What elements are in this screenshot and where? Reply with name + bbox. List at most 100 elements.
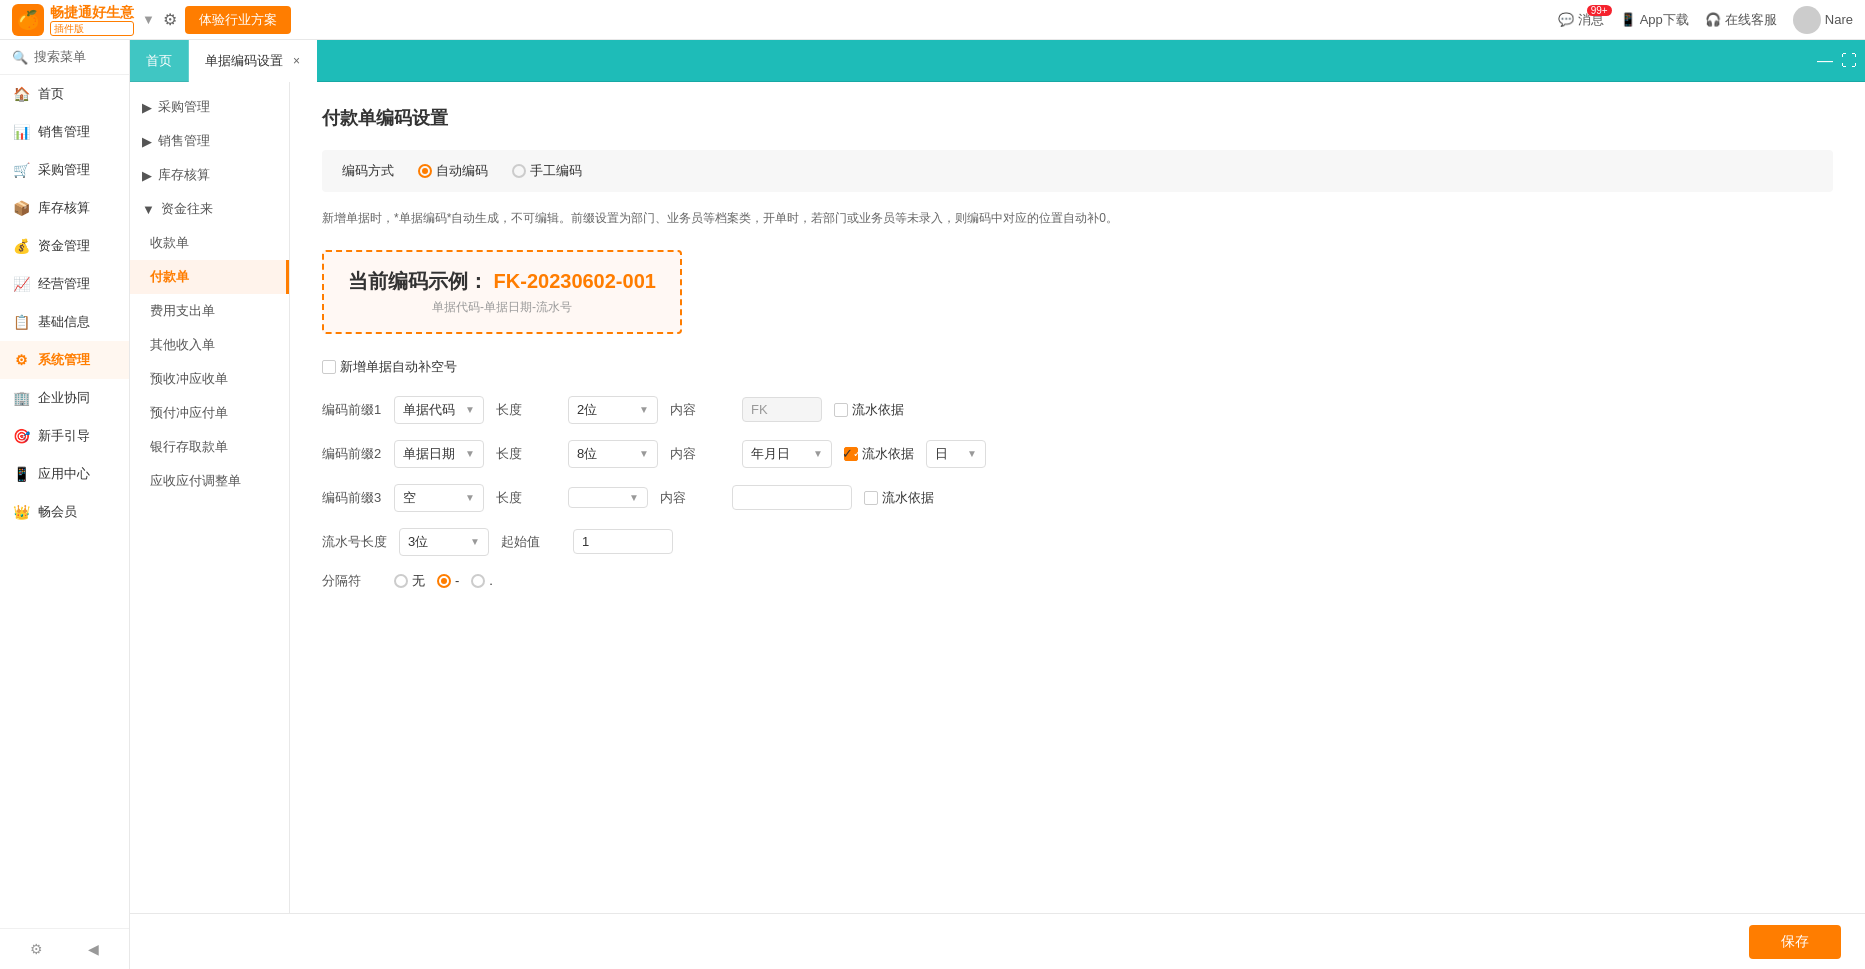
bank-label: 银行存取款单 xyxy=(150,439,228,454)
online-service-item[interactable]: 🎧 在线客服 xyxy=(1705,11,1777,29)
tab-active[interactable]: 单据编码设置 × xyxy=(189,40,317,82)
sub-menu-item-pre-receipt[interactable]: 预收冲应收单 xyxy=(130,362,289,396)
serial-length-select[interactable]: 3位 ▼ xyxy=(399,528,489,556)
app-icon: 📱 xyxy=(1620,12,1636,27)
sidebar-item-purchase[interactable]: 🛒 采购管理 xyxy=(0,151,129,189)
tab-bar: 首页 单据编码设置 × — ⛶ xyxy=(130,40,1865,82)
top-bar-mid: ▼ ⚙ xyxy=(142,10,177,29)
save-button[interactable]: 保存 xyxy=(1749,925,1841,959)
auto-fill-row: 新增单据自动补空号 xyxy=(322,358,1833,376)
online-service-label: 在线客服 xyxy=(1725,11,1777,29)
sep-dash-label: - xyxy=(455,573,459,588)
sidebar-settings-btn[interactable]: ⚙ xyxy=(26,937,47,961)
inventory-arrow: ▶ xyxy=(142,168,152,183)
sidebar-collapse-btn[interactable]: ◀ xyxy=(84,937,103,961)
app-download-item[interactable]: 📱 App下载 xyxy=(1620,11,1689,29)
sidebar-item-system[interactable]: ⚙ 系统管理 xyxy=(0,341,129,379)
prefix3-serial-label: 流水依据 xyxy=(882,489,934,507)
prefix3-select[interactable]: 空 ▼ xyxy=(394,484,484,512)
prefix3-serial-check[interactable]: 流水依据 xyxy=(864,489,934,507)
prefix1-serial-check[interactable]: 流水依据 xyxy=(834,401,904,419)
sidebar-label-home: 首页 xyxy=(38,85,64,103)
tab-controls: — ⛶ xyxy=(1809,52,1865,70)
tab-minimize-btn[interactable]: — xyxy=(1817,52,1833,70)
user-name: Nare xyxy=(1825,12,1853,27)
prefix1-serial-label: 流水依据 xyxy=(852,401,904,419)
prefix3-length-select[interactable]: ▼ xyxy=(568,487,648,508)
auto-code-radio[interactable]: 自动编码 xyxy=(418,162,488,180)
prefix3-content-input[interactable] xyxy=(732,485,852,510)
sub-menu-item-bank[interactable]: 银行存取款单 xyxy=(130,430,289,464)
prefix2-period-select[interactable]: 日 ▼ xyxy=(926,440,986,468)
tab-close-icon[interactable]: × xyxy=(293,54,300,68)
bottom-bar: 保存 xyxy=(130,913,1865,969)
prefix2-serial-checkbox-box: ✓ xyxy=(844,447,858,461)
sub-menu-inventory-header[interactable]: ▶ 库存核算 xyxy=(130,158,289,192)
sep-dash-radio[interactable]: - xyxy=(437,573,459,588)
sidebar-item-basic[interactable]: 📋 基础信息 xyxy=(0,303,129,341)
sidebar-item-apps[interactable]: 📱 应用中心 xyxy=(0,455,129,493)
prefix2-serial-check[interactable]: ✓ 流水依据 xyxy=(844,445,914,463)
experience-button[interactable]: 体验行业方案 xyxy=(185,6,291,34)
sub-menu-item-adjustment[interactable]: 应收应付调整单 xyxy=(130,464,289,498)
message-item[interactable]: 💬 消息 99+ xyxy=(1558,11,1604,29)
serial-length-value: 3位 xyxy=(408,533,428,551)
member-icon: 👑 xyxy=(12,503,30,521)
prefix1-row: 编码前缀1 单据代码 ▼ 长度 2位 ▼ 内容 流水依据 xyxy=(322,396,1833,424)
sidebar-item-sales[interactable]: 📊 销售管理 xyxy=(0,113,129,151)
sub-menu-item-expense[interactable]: 费用支出单 xyxy=(130,294,289,328)
prefix2-content-select[interactable]: 年月日 ▼ xyxy=(742,440,832,468)
apps-icon: 📱 xyxy=(12,465,30,483)
coding-mode-label: 编码方式 xyxy=(342,162,394,180)
prefix1-select[interactable]: 单据代码 ▼ xyxy=(394,396,484,424)
sub-menu-capital-header[interactable]: ▼ 资金往来 xyxy=(130,192,289,226)
prefix3-length-label: 长度 xyxy=(496,489,556,507)
settings-icon[interactable]: ⚙ xyxy=(163,10,177,29)
auto-fill-checkbox[interactable]: 新增单据自动补空号 xyxy=(322,358,457,376)
prefix1-content-input[interactable] xyxy=(742,397,822,422)
sidebar-search[interactable]: 🔍 搜索菜单 xyxy=(0,40,129,75)
prefix2-length-select[interactable]: 8位 ▼ xyxy=(568,440,658,468)
sub-menu-purchase-label: 采购管理 xyxy=(158,98,210,116)
manual-code-radio[interactable]: 手工编码 xyxy=(512,162,582,180)
sep-dot-radio[interactable]: . xyxy=(471,573,493,588)
prefix2-content-label: 内容 xyxy=(670,445,730,463)
app-download-label: App下载 xyxy=(1640,11,1689,29)
basic-icon: 📋 xyxy=(12,313,30,331)
purchase-arrow: ▶ xyxy=(142,100,152,115)
sub-menu-item-pre-payment[interactable]: 预付冲应付单 xyxy=(130,396,289,430)
start-value-input[interactable] xyxy=(573,529,673,554)
nav-arrow[interactable]: ▼ xyxy=(142,12,155,27)
prefix2-row: 编码前缀2 单据日期 ▼ 长度 8位 ▼ 内容 年月日 ▼ xyxy=(322,440,1833,468)
sidebar-label-sales: 销售管理 xyxy=(38,123,90,141)
sep-dot-label: . xyxy=(489,573,493,588)
sidebar-label-operation: 经营管理 xyxy=(38,275,90,293)
prefix2-select[interactable]: 单据日期 ▼ xyxy=(394,440,484,468)
sales-icon: 📊 xyxy=(12,123,30,141)
sidebar-item-member[interactable]: 👑 畅会员 xyxy=(0,493,129,531)
sidebar-item-inventory[interactable]: 📦 库存核算 xyxy=(0,189,129,227)
tab-expand-btn[interactable]: ⛶ xyxy=(1841,52,1857,70)
sub-menu-sales-header[interactable]: ▶ 销售管理 xyxy=(130,124,289,158)
user-item[interactable]: Nare xyxy=(1793,6,1853,34)
sub-menu-item-payment[interactable]: 付款单 xyxy=(130,260,289,294)
form-title: 付款单编码设置 xyxy=(322,106,1833,130)
prefix3-row: 编码前缀3 空 ▼ 长度 ▼ 内容 流水依据 xyxy=(322,484,1833,512)
sidebar-item-guide[interactable]: 🎯 新手引导 xyxy=(0,417,129,455)
guide-icon: 🎯 xyxy=(12,427,30,445)
sidebar-item-operation[interactable]: 📈 经营管理 xyxy=(0,265,129,303)
adjustment-label: 应收应付调整单 xyxy=(150,473,241,488)
sidebar-item-finance[interactable]: 💰 资金管理 xyxy=(0,227,129,265)
sub-menu-capital-label: 资金往来 xyxy=(161,200,213,218)
prefix1-length-select[interactable]: 2位 ▼ xyxy=(568,396,658,424)
sidebar-item-home[interactable]: 🏠 首页 xyxy=(0,75,129,113)
sub-menu-item-receipt[interactable]: 收款单 xyxy=(130,226,289,260)
serial-length-arrow: ▼ xyxy=(470,536,480,547)
tab-home[interactable]: 首页 xyxy=(130,40,189,82)
sidebar-item-enterprise[interactable]: 🏢 企业协同 xyxy=(0,379,129,417)
sep-none-radio[interactable]: 无 xyxy=(394,572,425,590)
sidebar-label-member: 畅会员 xyxy=(38,503,77,521)
sub-menu-item-other-income[interactable]: 其他收入单 xyxy=(130,328,289,362)
sub-menu-purchase-header[interactable]: ▶ 采购管理 xyxy=(130,90,289,124)
serial-row: 流水号长度 3位 ▼ 起始值 xyxy=(322,528,1833,556)
